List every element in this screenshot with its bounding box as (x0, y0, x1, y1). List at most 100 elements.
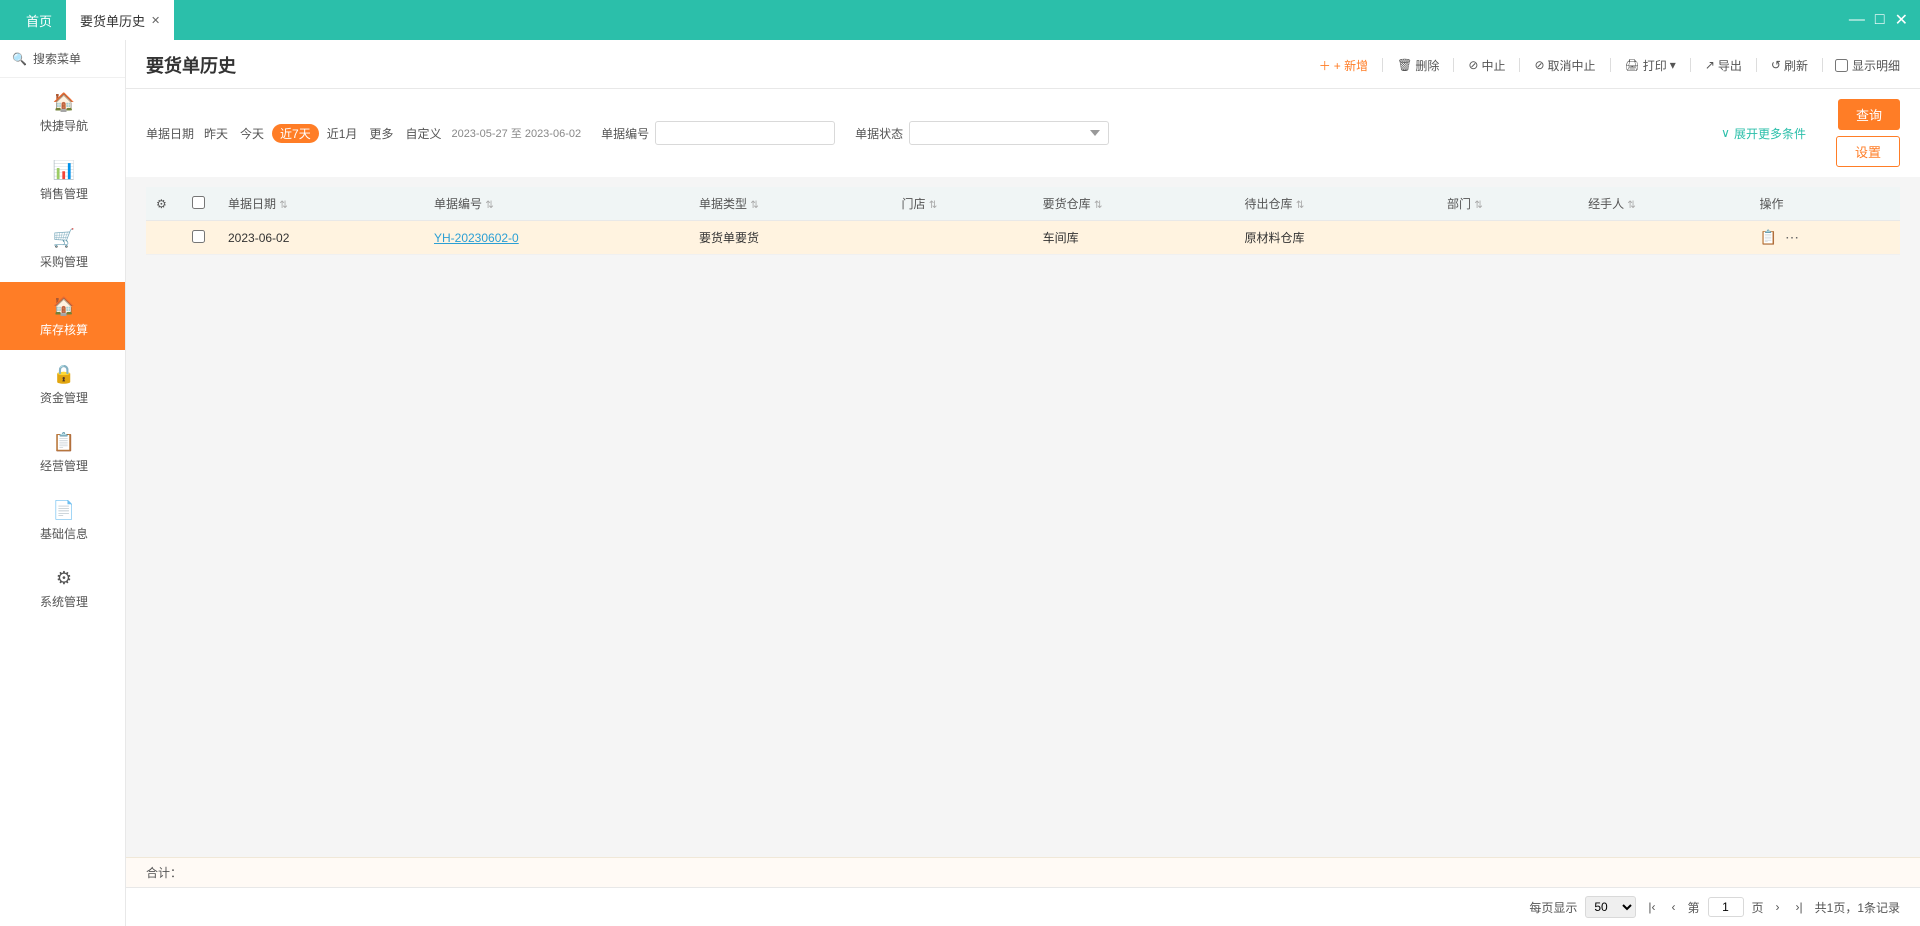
print-btn[interactable]: 🖨 打印 ▾ (1623, 53, 1678, 78)
th-req-warehouse: 要货仓库 ⇅ (1033, 187, 1235, 221)
th-dept-label: 部门 (1447, 197, 1471, 211)
next-page-btn[interactable]: › (1772, 898, 1784, 916)
sort-store-icon[interactable]: ⇅ (929, 200, 937, 211)
filter-billno-item: 单据编号 (601, 121, 835, 145)
divider6 (1756, 58, 1757, 72)
sort-handler-icon[interactable]: ⇅ (1627, 200, 1635, 211)
add-icon: ＋ (1319, 57, 1331, 74)
print-dropdown-icon: ▾ (1670, 58, 1676, 72)
tab-order-history[interactable]: 要货单历史 ✕ (66, 0, 174, 40)
td-billtype: 要货单要货 (689, 221, 892, 255)
th-billtype-label: 单据类型 (699, 197, 747, 211)
sidebar-item-inventory-label: 库存核算 (40, 321, 88, 338)
sidebar-item-basic-info[interactable]: 📄 基础信息 (0, 486, 125, 554)
table-row: 2023-06-02 YH-20230602-0 要货单要货 车间库 原材料仓库 (146, 221, 1900, 255)
tab-home-label: 首页 (26, 11, 52, 30)
stop-label: 中止 (1481, 57, 1505, 74)
th-billno: 单据编号 ⇅ (424, 187, 689, 221)
query-btn[interactable]: 查询 (1838, 99, 1900, 130)
stop-btn[interactable]: ⊘ 中止 (1466, 53, 1507, 78)
delete-icon: 🗑 (1397, 58, 1412, 72)
sidebar: 🔍 搜索菜单 🏠 快捷导航 📊 销售管理 🛒 采购管理 🏠 库存核算 🔒 资金管… (0, 40, 126, 926)
date-btn-more[interactable]: 更多 (365, 124, 397, 143)
export-label: 导出 (1718, 57, 1742, 74)
sidebar-item-sys-mgmt[interactable]: ⚙ 系统管理 (0, 554, 125, 622)
th-store: 门店 ⇅ (892, 187, 1033, 221)
sort-billtype-icon[interactable]: ⇅ (750, 200, 758, 211)
sidebar-item-sales-mgmt[interactable]: 📊 销售管理 (0, 146, 125, 214)
td-checkbox (182, 221, 218, 255)
date-range-text: 2023-05-27 至 2023-06-02 (451, 125, 581, 141)
select-all-checkbox[interactable] (192, 196, 205, 209)
row-more-icon[interactable]: ⋯ (1785, 229, 1799, 246)
sidebar-item-finance-mgmt[interactable]: 🔒 资金管理 (0, 350, 125, 418)
per-page-select[interactable]: 50 10 20 100 (1585, 896, 1636, 918)
print-label: 打印 (1643, 57, 1667, 74)
th-store-label: 门店 (902, 197, 926, 211)
top-bar: 首页 要货单历史 ✕ — □ ✕ (0, 0, 1920, 40)
display-cell-checkbox[interactable] (1835, 59, 1848, 72)
settings-gear-icon[interactable]: ⚙ (156, 197, 167, 211)
maximize-btn[interactable]: □ (1875, 11, 1885, 29)
date-btn-today[interactable]: 今天 (236, 124, 268, 143)
divider4 (1610, 58, 1611, 72)
expand-more-btn[interactable]: ∨ 展开更多条件 (1721, 125, 1806, 142)
table-header-row: ⚙ 单据日期 ⇅ 单据编号 ⇅ (146, 187, 1900, 221)
refresh-label: 刷新 (1784, 57, 1808, 74)
td-dept (1437, 221, 1578, 255)
sidebar-item-purchase-mgmt[interactable]: 🛒 采购管理 (0, 214, 125, 282)
close-tab-icon[interactable]: ✕ (151, 14, 160, 27)
sidebar-item-ops-mgmt[interactable]: 📋 经营管理 (0, 418, 125, 486)
window-close-btn[interactable]: ✕ (1895, 10, 1908, 30)
delete-label: 删除 (1415, 57, 1439, 74)
cancel-stop-btn[interactable]: ⊘ 取消中止 (1532, 53, 1597, 78)
date-btn-1month[interactable]: 近1月 (323, 124, 362, 143)
sort-req-warehouse-icon[interactable]: ⇅ (1094, 200, 1102, 211)
sidebar-item-inventory[interactable]: 🏠 库存核算 (0, 282, 125, 350)
sidebar-item-quick-nav-label: 快捷导航 (40, 117, 88, 134)
th-date: 单据日期 ⇅ (218, 187, 424, 221)
first-page-btn[interactable]: |‹ (1644, 898, 1659, 916)
sort-pending-warehouse-icon[interactable]: ⇅ (1296, 200, 1304, 211)
date-btn-yesterday[interactable]: 昨天 (200, 124, 232, 143)
sidebar-search[interactable]: 🔍 搜索菜单 (0, 40, 125, 78)
page-number-input[interactable] (1708, 897, 1744, 917)
date-btn-7days[interactable]: 近7天 (272, 124, 319, 143)
divider3 (1519, 58, 1520, 72)
tab-home[interactable]: 首页 (12, 0, 66, 40)
date-btn-custom[interactable]: 自定义 (401, 124, 445, 143)
add-btn[interactable]: ＋ + 新增 (1317, 53, 1370, 78)
main-layout: 🔍 搜索菜单 🏠 快捷导航 📊 销售管理 🛒 采购管理 🏠 库存核算 🔒 资金管… (0, 40, 1920, 926)
total-info: 共1页，1条记录 (1815, 899, 1900, 916)
delete-btn[interactable]: 🗑 删除 (1395, 53, 1441, 78)
row-action-group: 📋 ⋯ (1760, 229, 1890, 246)
td-handler (1578, 221, 1749, 255)
display-cell-label: 显示明细 (1852, 57, 1900, 74)
sort-billno-icon[interactable]: ⇅ (485, 200, 493, 211)
td-settings (146, 221, 182, 255)
filter-row: 单据日期 昨天 今天 近7天 近1月 更多 自定义 2023-05-27 至 2… (126, 89, 1920, 177)
th-checkbox (182, 187, 218, 221)
prev-page-btn[interactable]: ‹ (1667, 898, 1679, 916)
row-edit-icon[interactable]: 📋 (1760, 229, 1777, 246)
th-billno-label: 单据编号 (434, 197, 482, 211)
refresh-btn[interactable]: ↺ 刷新 (1769, 53, 1810, 78)
sort-dept-icon[interactable]: ⇅ (1474, 200, 1482, 211)
td-store (892, 221, 1033, 255)
status-select[interactable] (909, 121, 1109, 145)
row-checkbox[interactable] (192, 230, 205, 243)
quick-nav-icon: 🏠 (53, 92, 75, 113)
display-cell-toggle[interactable]: 显示明细 (1835, 57, 1900, 74)
export-btn[interactable]: ↗ 导出 (1703, 53, 1744, 78)
minimize-btn[interactable]: — (1849, 11, 1865, 29)
finance-mgmt-icon: 🔒 (53, 364, 75, 385)
billno-input[interactable] (655, 121, 835, 145)
billno-link[interactable]: YH-20230602-0 (434, 231, 519, 245)
sidebar-item-sys-label: 系统管理 (40, 593, 88, 610)
status-label: 单据状态 (855, 125, 903, 142)
sort-date-icon[interactable]: ⇅ (279, 200, 287, 211)
setting-btn[interactable]: 设置 (1836, 136, 1900, 167)
last-page-btn[interactable]: ›| (1792, 898, 1807, 916)
sidebar-item-quick-nav[interactable]: 🏠 快捷导航 (0, 78, 125, 146)
th-date-label: 单据日期 (228, 197, 276, 211)
